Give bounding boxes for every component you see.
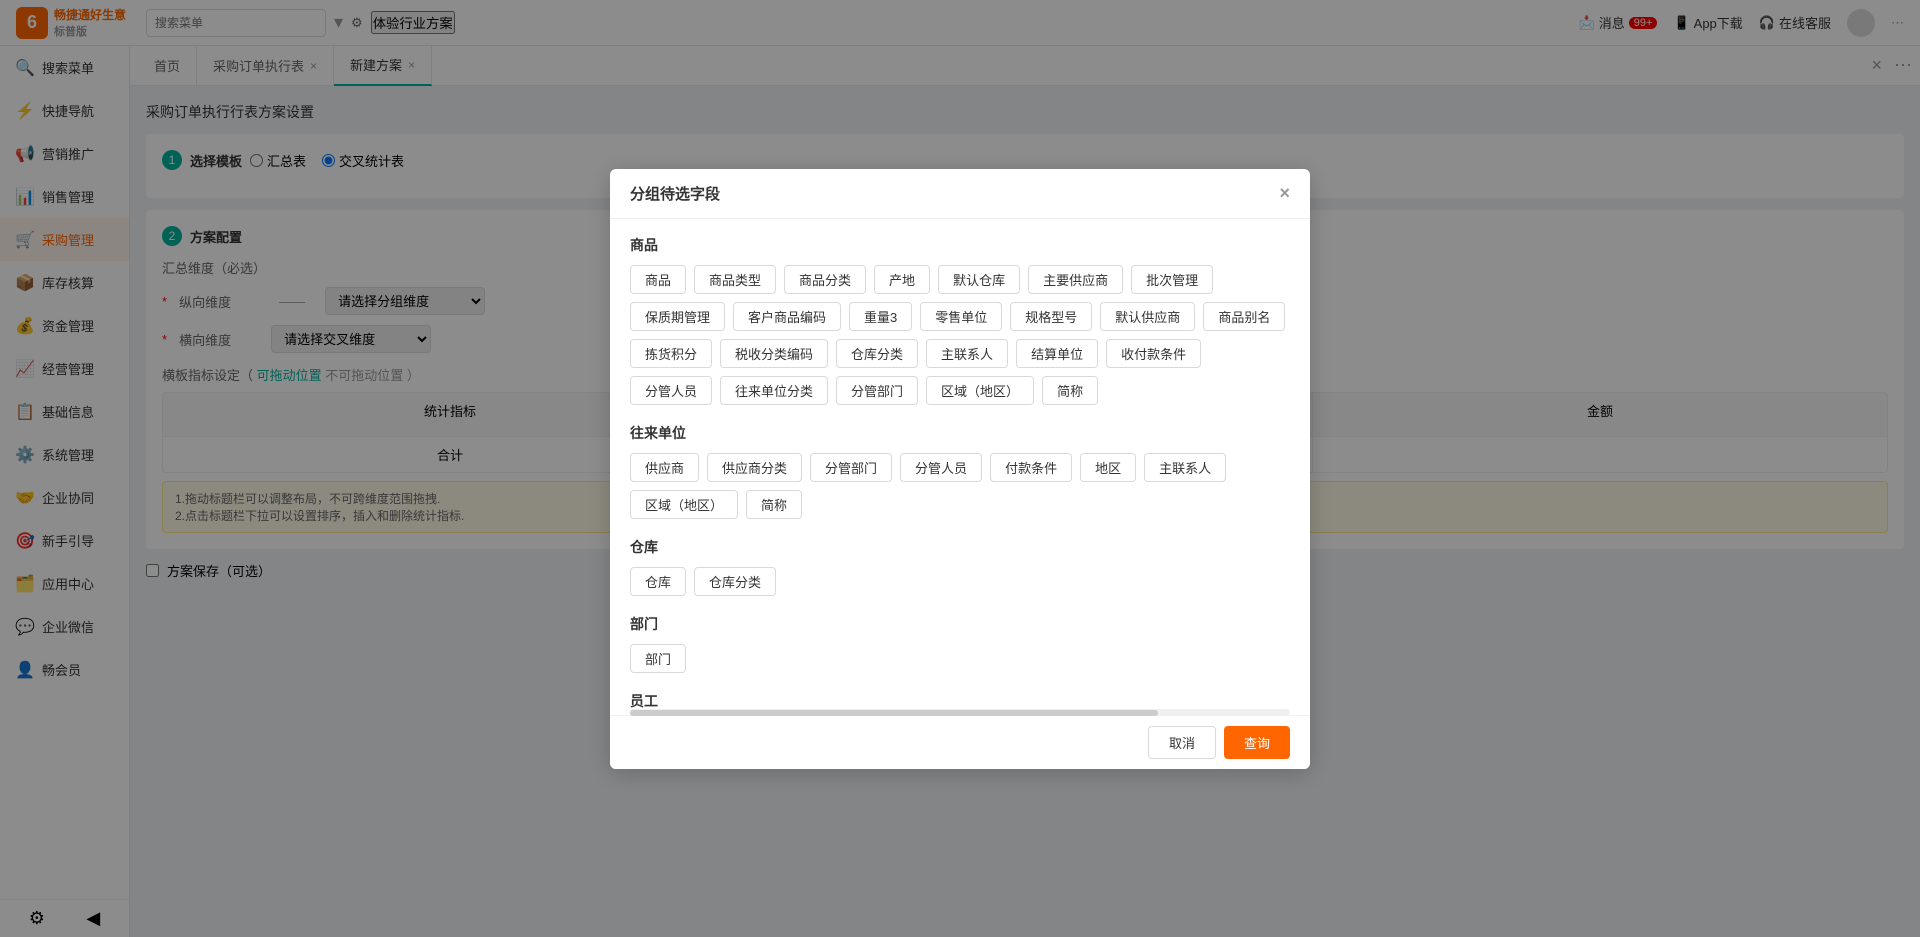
field-tag-main-contact[interactable]: 主联系人 <box>926 339 1008 368</box>
field-group-dept: 部门 部门 <box>630 614 1290 673</box>
field-tag-region[interactable]: 区域（地区） <box>926 376 1034 405</box>
staff-group-title: 员工 <box>630 691 1290 709</box>
field-tag-product-type[interactable]: 商品类型 <box>694 265 776 294</box>
field-tag-partner-cat[interactable]: 往来单位分类 <box>720 376 828 405</box>
field-tag-origin[interactable]: 产地 <box>874 265 930 294</box>
partner-group-title: 往来单位 <box>630 423 1290 443</box>
dialog-hscroll-track[interactable] <box>630 709 1290 715</box>
field-tag-customer-code[interactable]: 客户商品编码 <box>733 302 841 331</box>
field-tag-payment-terms[interactable]: 收付款条件 <box>1106 339 1201 368</box>
dialog-body[interactable]: 商品 商品 商品类型 商品分类 产地 默认仓库 主要供应商 批次管理 保质期管理… <box>610 219 1310 709</box>
warehouse-group-title: 仓库 <box>630 537 1290 557</box>
field-tag-supervisor[interactable]: 分管人员 <box>630 376 712 405</box>
dept-group-title: 部门 <box>630 614 1290 634</box>
field-tag-main-contact2[interactable]: 主联系人 <box>1144 453 1226 482</box>
dialog-close-btn[interactable]: × <box>1279 183 1290 204</box>
field-tag-product[interactable]: 商品 <box>630 265 686 294</box>
dialog-title: 分组待选字段 <box>630 183 720 204</box>
field-tag-warehouse[interactable]: 仓库 <box>630 567 686 596</box>
field-tag-batch-mgmt[interactable]: 批次管理 <box>1131 265 1213 294</box>
dept-field-tags: 部门 <box>630 644 1290 673</box>
field-tag-dept-mgmt2[interactable]: 分管部门 <box>810 453 892 482</box>
field-tag-spec-model[interactable]: 规格型号 <box>1010 302 1092 331</box>
field-tag-warehouse-cat[interactable]: 仓库分类 <box>836 339 918 368</box>
field-tag-short-name[interactable]: 简称 <box>1042 376 1098 405</box>
field-group-warehouse: 仓库 仓库 仓库分类 <box>630 537 1290 596</box>
field-group-staff: 员工 业务员 <box>630 691 1290 709</box>
field-tag-retail-unit[interactable]: 零售单位 <box>920 302 1002 331</box>
field-tag-warehouse-cat2[interactable]: 仓库分类 <box>694 567 776 596</box>
dialog-cancel-btn[interactable]: 取消 <box>1148 726 1216 759</box>
field-tag-supervisor2[interactable]: 分管人员 <box>900 453 982 482</box>
field-tag-settlement-unit[interactable]: 结算单位 <box>1016 339 1098 368</box>
product-field-tags: 商品 商品类型 商品分类 产地 默认仓库 主要供应商 批次管理 保质期管理 客户… <box>630 265 1290 405</box>
field-group-product: 商品 商品 商品类型 商品分类 产地 默认仓库 主要供应商 批次管理 保质期管理… <box>630 235 1290 405</box>
field-tag-supplier-cat[interactable]: 供应商分类 <box>707 453 802 482</box>
product-group-title: 商品 <box>630 235 1290 255</box>
field-tag-dept[interactable]: 部门 <box>630 644 686 673</box>
field-tag-product-alias[interactable]: 商品别名 <box>1203 302 1285 331</box>
field-group-partner: 往来单位 供应商 供应商分类 分管部门 分管人员 付款条件 地区 主联系人 区域… <box>630 423 1290 519</box>
field-tag-region2[interactable]: 区域（地区） <box>630 490 738 519</box>
field-tag-product-category[interactable]: 商品分类 <box>784 265 866 294</box>
dialog-footer: 取消 查询 <box>610 715 1310 769</box>
field-tag-short-name2[interactable]: 简称 <box>746 490 802 519</box>
field-tag-main-supplier[interactable]: 主要供应商 <box>1028 265 1123 294</box>
dialog-hscroll-thumb[interactable] <box>630 710 1158 716</box>
field-tag-payment-cond[interactable]: 付款条件 <box>990 453 1072 482</box>
dialog-header: 分组待选字段 × <box>610 169 1310 219</box>
field-tag-supplier[interactable]: 供应商 <box>630 453 699 482</box>
field-tag-default-warehouse[interactable]: 默认仓库 <box>938 265 1020 294</box>
field-tag-area[interactable]: 地区 <box>1080 453 1136 482</box>
warehouse-field-tags: 仓库 仓库分类 <box>630 567 1290 596</box>
field-tag-default-supplier[interactable]: 默认供应商 <box>1100 302 1195 331</box>
field-selection-dialog: 分组待选字段 × 商品 商品 商品类型 商品分类 产地 默认仓库 主要供应商 批… <box>610 169 1310 769</box>
field-tag-tax-code[interactable]: 税收分类编码 <box>720 339 828 368</box>
partner-field-tags: 供应商 供应商分类 分管部门 分管人员 付款条件 地区 主联系人 区域（地区） … <box>630 453 1290 519</box>
field-tag-weight3[interactable]: 重量3 <box>849 302 912 331</box>
field-tag-dept-mgmt[interactable]: 分管部门 <box>836 376 918 405</box>
field-tag-pick-points[interactable]: 拣货积分 <box>630 339 712 368</box>
field-tag-shelf-life[interactable]: 保质期管理 <box>630 302 725 331</box>
dialog-confirm-btn[interactable]: 查询 <box>1224 726 1290 759</box>
